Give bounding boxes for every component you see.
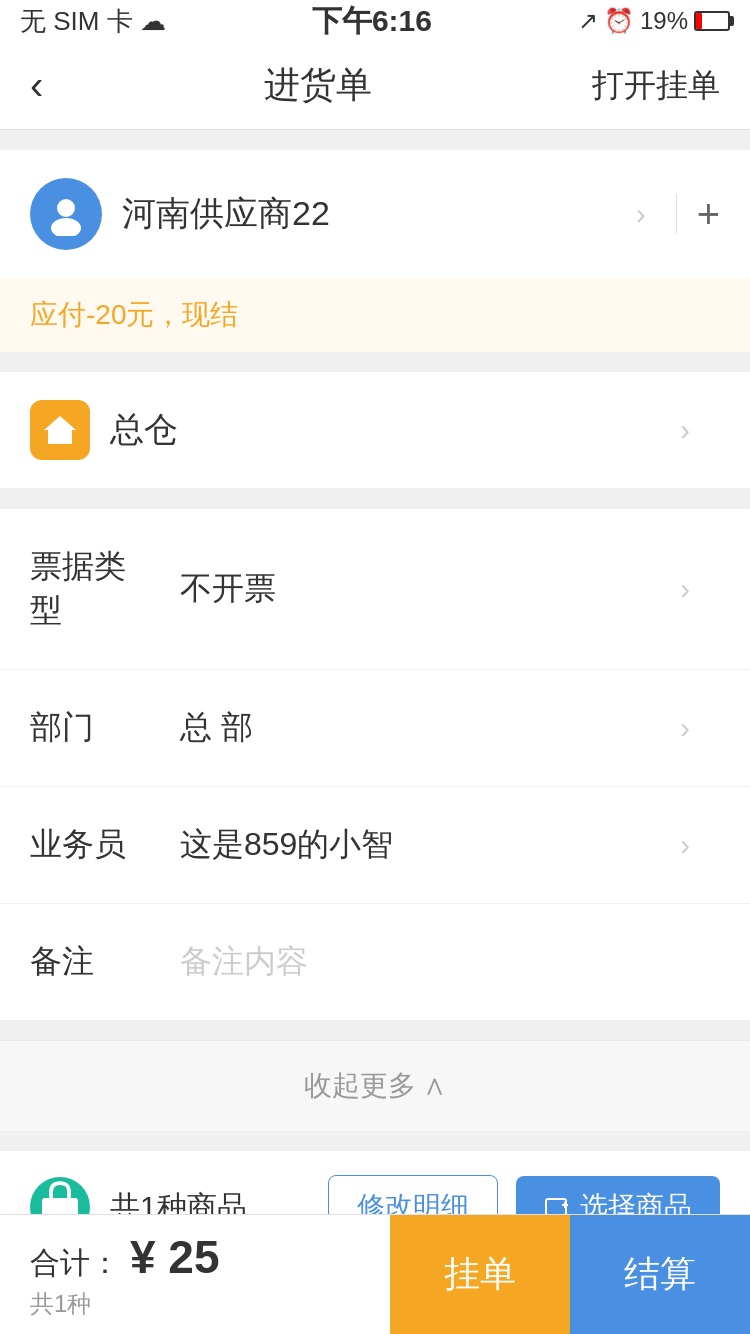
warehouse-icon	[30, 400, 90, 460]
status-bar: 无 SIM 卡 ☁ 下午6:16 ↗ ⏰ 19%	[0, 0, 750, 42]
footer: 合计： ¥ 25 共1种 挂单 结算	[0, 1214, 750, 1334]
invoice-value: 不开票	[150, 567, 680, 611]
page-title: 进货单	[264, 61, 372, 110]
warehouse-row[interactable]: 总仓 ›	[0, 372, 750, 488]
supplier-avatar	[30, 178, 102, 250]
battery-icon	[694, 11, 730, 31]
supplier-row[interactable]: 河南供应商22 › +	[0, 150, 750, 278]
invoice-label: 票据类型	[30, 545, 150, 633]
staff-value: 这是859的小智	[150, 823, 680, 867]
collapse-bar[interactable]: 收起更多 ∧	[0, 1040, 750, 1131]
notice-bar: 应付-20元，现结	[0, 278, 750, 352]
total-amount: ¥ 25	[130, 1230, 220, 1284]
notes-placeholder: 备注内容	[150, 940, 720, 984]
status-right: ↗ ⏰ 19%	[578, 7, 730, 35]
hang-button[interactable]: 挂单	[390, 1215, 570, 1334]
chevron-right-icon: ›	[680, 711, 690, 745]
notes-label: 备注	[30, 940, 150, 984]
open-pending-button[interactable]: 打开挂单	[592, 64, 720, 108]
department-value: 总 部	[150, 706, 680, 750]
staff-row[interactable]: 业务员 这是859的小智 ›	[0, 786, 750, 903]
chevron-right-icon: ›	[680, 828, 690, 862]
warehouse-name: 总仓	[110, 407, 680, 453]
svg-point-0	[57, 199, 75, 217]
location-icon: ↗	[578, 7, 598, 35]
supplier-name: 河南供应商22	[122, 191, 636, 237]
divider	[676, 194, 677, 234]
nav-bar: ‹ 进货单 打开挂单	[0, 42, 750, 130]
invoice-row[interactable]: 票据类型 不开票 ›	[0, 508, 750, 669]
status-left: 无 SIM 卡 ☁	[20, 4, 166, 39]
svg-rect-4	[546, 1199, 566, 1215]
notes-row[interactable]: 备注 备注内容	[0, 903, 750, 1020]
battery-text: 19%	[640, 7, 688, 35]
form-section: 票据类型 不开票 › 部门 总 部 › 业务员 这是859的小智 › 备注 备注…	[0, 508, 750, 1020]
staff-label: 业务员	[30, 823, 150, 867]
home-icon	[42, 412, 78, 448]
sim-status: 无 SIM 卡 ☁	[20, 4, 166, 39]
add-button[interactable]: +	[697, 192, 720, 237]
footer-count: 共1种	[30, 1288, 360, 1320]
total-label: 合计：	[30, 1243, 120, 1284]
alarm-icon: ⏰	[604, 7, 634, 35]
department-label: 部门	[30, 706, 150, 750]
back-button[interactable]: ‹	[30, 63, 43, 108]
footer-total: 合计： ¥ 25 共1种	[0, 1215, 390, 1334]
status-time: 下午6:16	[312, 1, 432, 42]
svg-marker-2	[44, 416, 76, 444]
user-icon	[44, 192, 88, 236]
chevron-right-icon: ›	[680, 572, 690, 606]
supplier-section: 河南供应商22 › + 应付-20元，现结	[0, 150, 750, 352]
checkout-button[interactable]: 结算	[570, 1215, 750, 1334]
warehouse-section: 总仓 ›	[0, 372, 750, 488]
department-row[interactable]: 部门 总 部 ›	[0, 669, 750, 786]
svg-point-1	[51, 218, 81, 236]
chevron-right-icon: ›	[680, 413, 690, 447]
chevron-right-icon: ›	[636, 197, 646, 231]
